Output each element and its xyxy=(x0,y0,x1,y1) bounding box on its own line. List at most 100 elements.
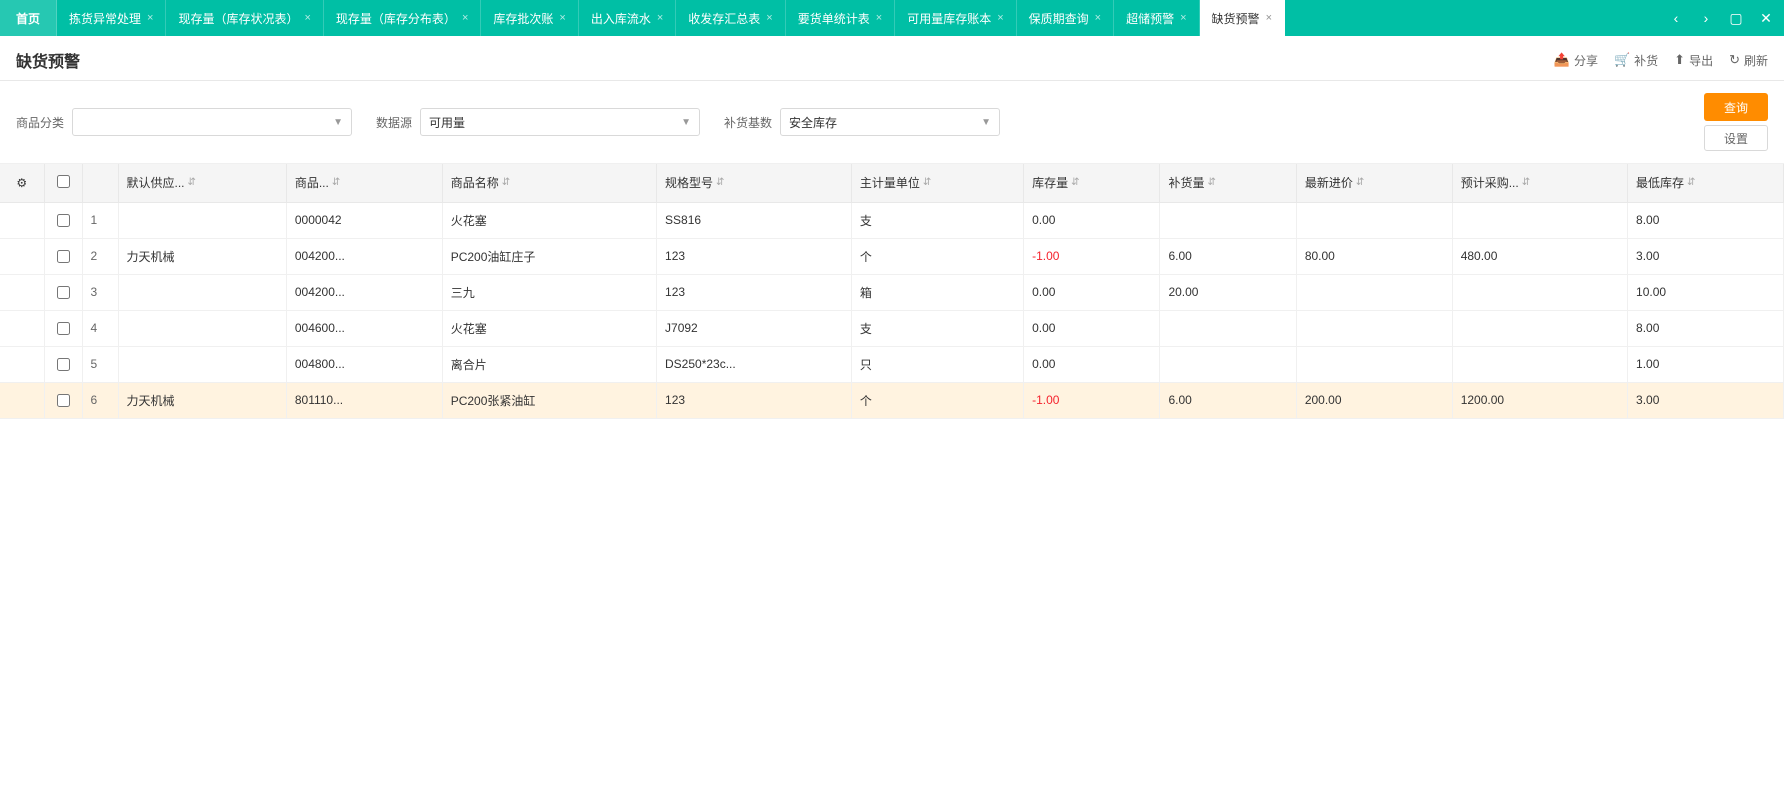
th-goods-name[interactable]: 商品名称 ⇵ xyxy=(442,164,656,202)
filter-replenish-base-select[interactable]: 安全库存 ▼ xyxy=(780,108,1000,136)
nav-tab-receipt-summary-close[interactable]: × xyxy=(766,12,772,24)
nav-tab-inventory-status-label: 现存量（库存状况表） xyxy=(178,10,298,27)
stock-sort-icon: ⇵ xyxy=(1071,177,1079,188)
table-header-row: ⚙ 默认供应... ⇵ 商品.. xyxy=(0,164,1784,202)
nav-tab-order-stats-close[interactable]: × xyxy=(876,12,882,24)
nav-prev-button[interactable]: ‹ xyxy=(1662,4,1690,32)
row-checkbox-cell[interactable] xyxy=(44,382,82,418)
th-goods-code[interactable]: 商品... ⇵ xyxy=(286,164,442,202)
nav-tab-order-stats[interactable]: 要货单统计表 × xyxy=(786,0,895,36)
nav-tab-batch-account[interactable]: 库存批次账 × xyxy=(481,0,578,36)
th-min-stock-label: 最低库存 xyxy=(1636,174,1684,191)
table-row: 4 004600... 火花塞 J7092 支 0.00 8.00 xyxy=(0,310,1784,346)
row-spec: 123 xyxy=(657,382,852,418)
row-stock: 0.00 xyxy=(1024,310,1160,346)
row-latest-price xyxy=(1296,310,1452,346)
row-unit: 个 xyxy=(851,382,1023,418)
nav-tab-inventory-dist[interactable]: 现存量（库存分布表） × xyxy=(324,0,481,36)
nav-tab-expiry-query[interactable]: 保质期查询 × xyxy=(1017,0,1114,36)
nav-tab-receipt-summary[interactable]: 收发存汇总表 × xyxy=(676,0,785,36)
row-replenish xyxy=(1160,310,1296,346)
row-goods-name: PC200张紧油缸 xyxy=(442,382,656,418)
filter-datasource-label: 数据源 xyxy=(376,114,412,131)
row-checkbox[interactable] xyxy=(57,322,70,335)
row-index: 3 xyxy=(82,274,118,310)
nav-restore-button[interactable]: ▢ xyxy=(1722,4,1750,32)
th-spec[interactable]: 规格型号 ⇵ xyxy=(657,164,852,202)
th-checkbox[interactable] xyxy=(44,164,82,202)
filter-replenish-base-arrow-icon: ▼ xyxy=(981,117,991,128)
row-gear-cell xyxy=(0,274,44,310)
row-index: 2 xyxy=(82,238,118,274)
th-stock[interactable]: 库存量 ⇵ xyxy=(1024,164,1160,202)
row-checkbox-cell[interactable] xyxy=(44,274,82,310)
nav-tab-overstock[interactable]: 超储预警 × xyxy=(1114,0,1199,36)
query-button[interactable]: 查询 xyxy=(1704,93,1768,121)
nav-tab-inout-flow[interactable]: 出入库流水 × xyxy=(579,0,676,36)
filter-category-select[interactable]: ▼ xyxy=(72,108,352,136)
row-replenish xyxy=(1160,202,1296,238)
row-checkbox-cell[interactable] xyxy=(44,310,82,346)
nav-close-button[interactable]: ✕ xyxy=(1752,4,1780,32)
nav-tab-shortage-label: 缺货预警 xyxy=(1212,10,1260,27)
th-min-stock[interactable]: 最低库存 ⇵ xyxy=(1628,164,1784,202)
th-gear[interactable]: ⚙ xyxy=(0,164,44,202)
th-latest-price[interactable]: 最新进价 ⇵ xyxy=(1296,164,1452,202)
select-all-checkbox[interactable] xyxy=(57,175,70,188)
nav-tab-overstock-close[interactable]: × xyxy=(1180,12,1186,24)
filter-datasource-arrow-icon: ▼ xyxy=(681,117,691,128)
th-replenish[interactable]: 补货量 ⇵ xyxy=(1160,164,1296,202)
row-checkbox[interactable] xyxy=(57,286,70,299)
row-checkbox[interactable] xyxy=(57,250,70,263)
nav-tab-inventory-dist-close[interactable]: × xyxy=(462,12,468,24)
filter-category-arrow-icon: ▼ xyxy=(333,117,343,128)
nav-tab-batch-account-close[interactable]: × xyxy=(559,12,565,24)
refresh-button[interactable]: ↻ 刷新 xyxy=(1729,52,1768,69)
nav-tab-available-ledger[interactable]: 可用量库存账本 × xyxy=(895,0,1016,36)
row-est-purchase xyxy=(1452,202,1627,238)
row-spec: DS250*23c... xyxy=(657,346,852,382)
row-checkbox-cell[interactable] xyxy=(44,346,82,382)
row-min-stock: 8.00 xyxy=(1628,202,1784,238)
data-table: ⚙ 默认供应... ⇵ 商品.. xyxy=(0,164,1784,419)
row-checkbox-cell[interactable] xyxy=(44,202,82,238)
filter-datasource-select[interactable]: 可用量 ▼ xyxy=(420,108,700,136)
nav-tab-inventory-status-close[interactable]: × xyxy=(304,12,310,24)
row-goods-code: 0000042 xyxy=(286,202,442,238)
th-unit[interactable]: 主计量单位 ⇵ xyxy=(851,164,1023,202)
nav-tab-available-ledger-close[interactable]: × xyxy=(997,12,1003,24)
row-spec: 123 xyxy=(657,274,852,310)
table-body: 1 0000042 火花塞 SS816 支 0.00 8.00 2 力天机械 0… xyxy=(0,202,1784,418)
nav-tab-expiry-query-label: 保质期查询 xyxy=(1029,10,1089,27)
row-gear-cell xyxy=(0,310,44,346)
row-replenish: 6.00 xyxy=(1160,238,1296,274)
share-button[interactable]: 📤 分享 xyxy=(1554,52,1598,69)
row-goods-name: 三九 xyxy=(442,274,656,310)
row-checkbox[interactable] xyxy=(57,358,70,371)
row-checkbox[interactable] xyxy=(57,214,70,227)
row-est-purchase xyxy=(1452,274,1627,310)
supplier-sort-icon: ⇵ xyxy=(188,177,196,188)
nav-tab-shortage[interactable]: 缺货预警 × xyxy=(1200,0,1285,36)
th-supplier[interactable]: 默认供应... ⇵ xyxy=(118,164,286,202)
settings-button[interactable]: 设置 xyxy=(1704,125,1768,151)
nav-tab-exception[interactable]: 拣货异常处理 × xyxy=(57,0,166,36)
nav-tab-inout-flow-close[interactable]: × xyxy=(657,12,663,24)
th-est-purchase[interactable]: 预计采购... ⇵ xyxy=(1452,164,1627,202)
nav-next-button[interactable]: › xyxy=(1692,4,1720,32)
export-button[interactable]: ⬆ 导出 xyxy=(1674,52,1713,69)
replenish-button[interactable]: 🛒 补货 xyxy=(1614,52,1658,69)
row-index: 6 xyxy=(82,382,118,418)
row-est-purchase xyxy=(1452,346,1627,382)
nav-tab-shortage-close[interactable]: × xyxy=(1266,12,1272,24)
filter-area: 商品分类 ▼ 数据源 可用量 ▼ 补货基数 安全库存 ▼ 查询 设置 xyxy=(0,81,1784,164)
row-latest-price xyxy=(1296,202,1452,238)
nav-tab-inventory-status[interactable]: 现存量（库存状况表） × xyxy=(166,0,323,36)
nav-tab-home[interactable]: 首页 xyxy=(0,0,57,36)
row-unit: 支 xyxy=(851,202,1023,238)
nav-tab-expiry-query-close[interactable]: × xyxy=(1095,12,1101,24)
row-checkbox-cell[interactable] xyxy=(44,238,82,274)
filter-replenish-base-label: 补货基数 xyxy=(724,114,772,131)
nav-tab-exception-close[interactable]: × xyxy=(147,12,153,24)
row-checkbox[interactable] xyxy=(57,394,70,407)
